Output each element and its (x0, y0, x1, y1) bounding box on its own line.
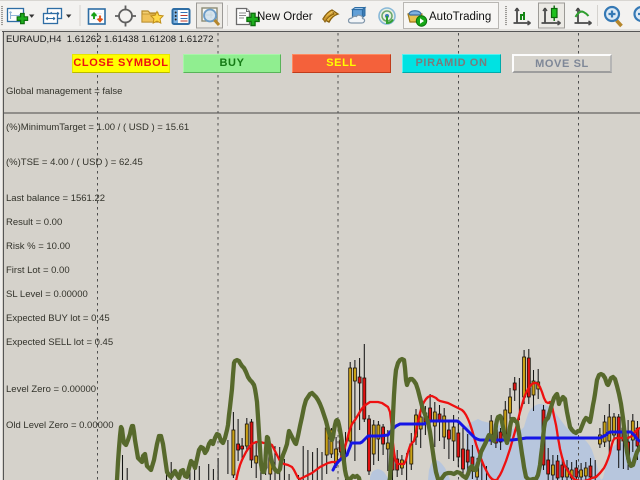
svg-text:AutoTrading: AutoTrading (429, 11, 491, 23)
svg-text:New Order: New Order (257, 11, 313, 23)
